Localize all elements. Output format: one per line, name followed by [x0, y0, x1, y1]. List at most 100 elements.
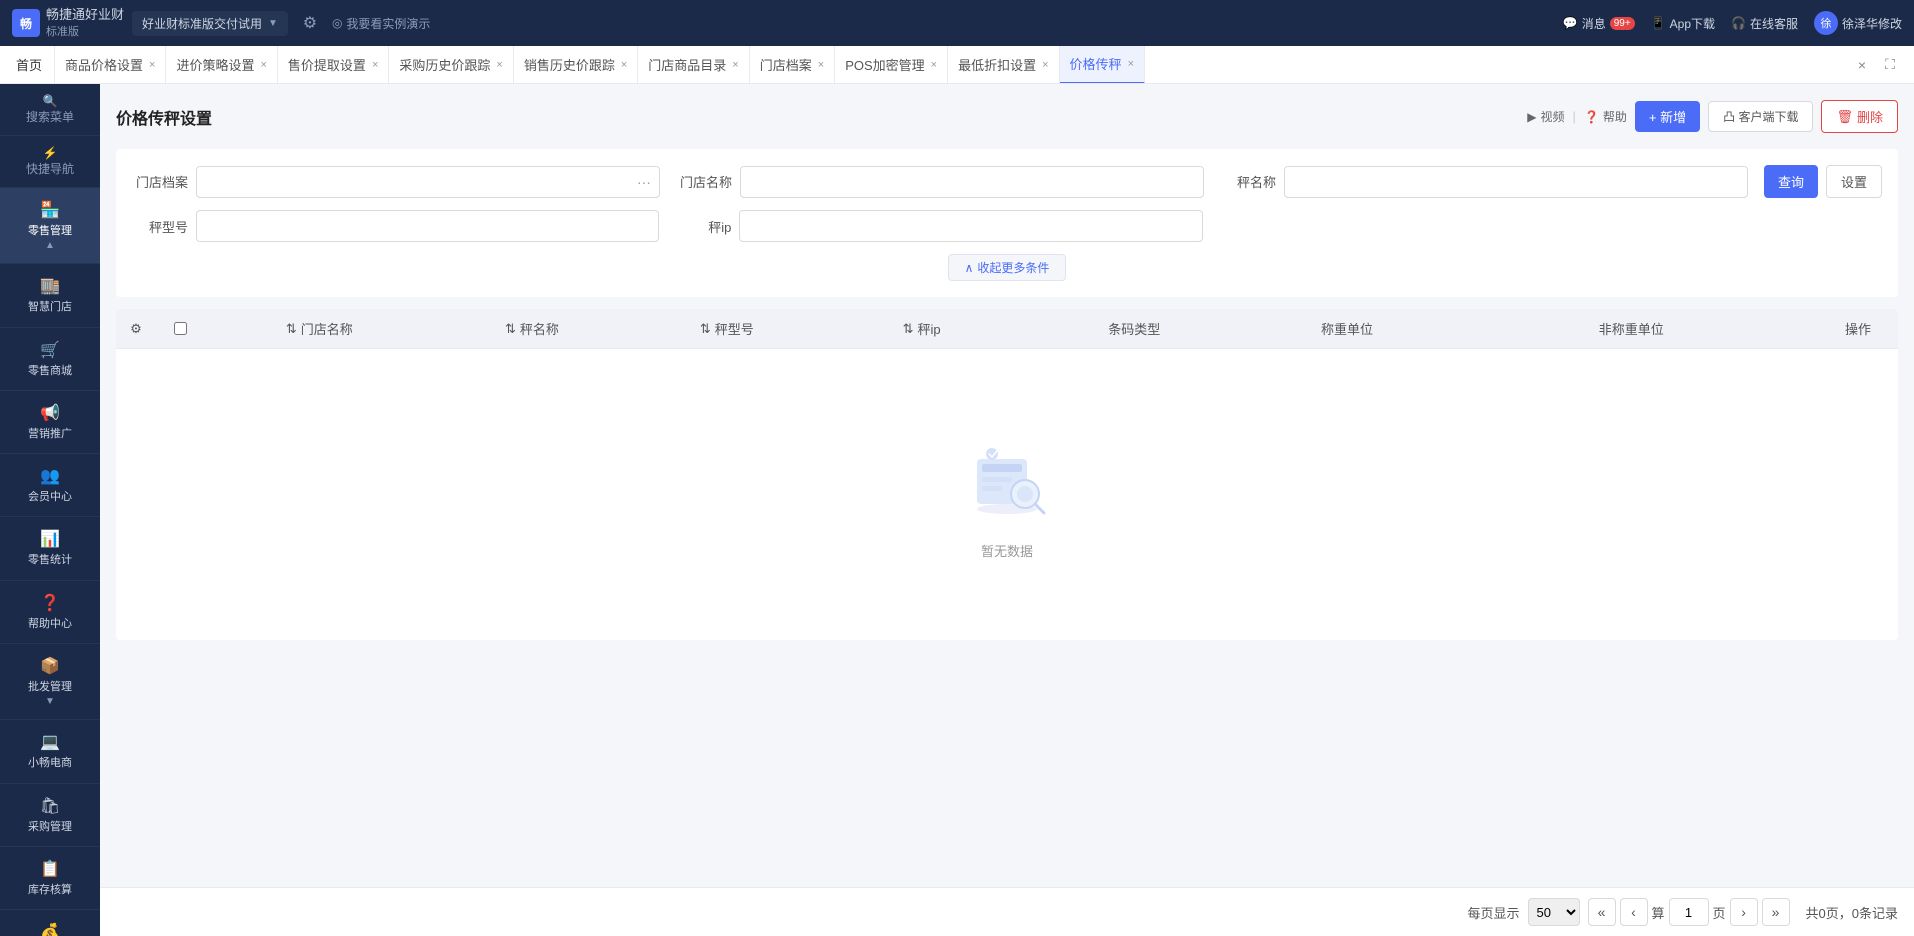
per-page-select[interactable]: 10 20 50 100: [1528, 898, 1580, 926]
th-scale-ip-label: 秤ip: [918, 319, 941, 338]
tab-min-discount-close[interactable]: ×: [1042, 59, 1048, 71]
sidebar-item-retail-mall[interactable]: 🛒 零售商城: [0, 328, 100, 391]
demo-link[interactable]: ◎ 我要看实例演示: [332, 15, 431, 32]
tab-sale-extract[interactable]: 售价提取设置 ×: [278, 46, 389, 84]
th-settings[interactable]: ⚙: [116, 321, 156, 337]
tab-home[interactable]: 首页: [4, 46, 55, 84]
last-page-button[interactable]: »: [1762, 898, 1790, 926]
th-non-weight-label: 非称重单位: [1599, 319, 1664, 338]
current-page-input[interactable]: 1: [1669, 898, 1709, 926]
tab-store-catalog-close[interactable]: ×: [732, 59, 738, 71]
store-archive-field: 门店档案 ···: [132, 166, 660, 198]
tab-store-catalog[interactable]: 门店商品目录 ×: [638, 46, 749, 84]
next-page-button[interactable]: ›: [1730, 898, 1758, 926]
tab-sales-history-close[interactable]: ×: [621, 59, 627, 71]
tab-store-archive-close[interactable]: ×: [818, 59, 824, 71]
sidebar-purchase-label: 采购管理: [28, 820, 72, 834]
video-link[interactable]: ▶ 视频: [1527, 108, 1564, 125]
tab-pos-encryption-close[interactable]: ×: [931, 59, 937, 71]
wholesale-icon: 📦: [40, 656, 60, 676]
th-barcode-type-label: 条码类型: [1108, 319, 1160, 338]
sidebar-inventory-label: 库存核算: [28, 883, 72, 897]
scale-ip-input[interactable]: [739, 210, 1202, 242]
query-button[interactable]: 查询: [1764, 165, 1818, 198]
sort-scale-ip-icon[interactable]: ⇅: [903, 321, 914, 337]
logo-text-area: 畅捷通好业财 标准版: [46, 7, 124, 39]
store-archive-label: 门店档案: [132, 172, 188, 191]
sidebar-item-marketing[interactable]: 📢 营销推广: [0, 391, 100, 454]
prev-page-button[interactable]: ‹: [1620, 898, 1648, 926]
app-download-action[interactable]: 📱 App下载: [1651, 15, 1715, 32]
sort-store-icon[interactable]: ⇅: [286, 321, 297, 337]
tab-expand-button[interactable]: ⛶: [1878, 53, 1902, 77]
sidebar: 🔍 搜索菜单 ⚡ 快捷导航 🏪 零售管理 ▲ 🏬 智慧门店 🛒 零售商城 📢 营…: [0, 84, 100, 936]
sidebar-item-finance[interactable]: 💰 资金管理: [0, 910, 100, 936]
headset-icon: 🎧: [1731, 16, 1746, 30]
tab-purchase-strategy-label: 进价策略设置: [176, 55, 254, 74]
sidebar-item-smart-store[interactable]: 🏬 智慧门店: [0, 264, 100, 327]
help-circle-icon: ❓: [1584, 110, 1599, 124]
pagination-bar: 每页显示 10 20 50 100 « ‹ 算 1 页: [100, 887, 1914, 936]
delete-button[interactable]: 🗑 删除: [1821, 100, 1898, 133]
first-page-button[interactable]: «: [1588, 898, 1616, 926]
online-service-label: 在线客服: [1750, 15, 1798, 32]
select-all-checkbox[interactable]: [174, 322, 187, 335]
tab-sales-history[interactable]: 销售历史价跟踪 ×: [514, 46, 638, 84]
help-link[interactable]: ❓ 帮助: [1584, 108, 1627, 125]
sidebar-search[interactable]: 🔍 搜索菜单: [0, 84, 100, 136]
sidebar-item-retail-stats[interactable]: 📊 零售统计: [0, 517, 100, 580]
tab-purchase-history-close[interactable]: ×: [496, 59, 502, 71]
tab-product-price[interactable]: 商品价格设置 ×: [55, 46, 166, 84]
sidebar-item-inventory[interactable]: 📋 库存核算: [0, 847, 100, 910]
tab-price-scale-close[interactable]: ×: [1128, 58, 1134, 70]
sidebar-marketing-label: 营销推广: [28, 427, 72, 441]
sidebar-item-help[interactable]: ❓ 帮助中心: [0, 581, 100, 644]
sidebar-quick-nav[interactable]: ⚡ 快捷导航: [0, 136, 100, 188]
add-button[interactable]: + 新增: [1635, 101, 1700, 132]
tab-bar-end: × ⛶: [1842, 53, 1910, 77]
collapse-button[interactable]: ∧ 收起更多条件: [948, 254, 1067, 281]
scale-ip-label: 秤ip: [675, 217, 731, 236]
tab-sale-extract-close[interactable]: ×: [372, 59, 378, 71]
tab-store-archive[interactable]: 门店档案 ×: [750, 46, 835, 84]
tab-purchase-strategy-close[interactable]: ×: [260, 59, 266, 71]
store-archive-input[interactable]: ···: [196, 166, 660, 198]
tab-product-price-close[interactable]: ×: [149, 59, 155, 71]
store-name-input[interactable]: [740, 166, 1204, 198]
sidebar-item-member[interactable]: 👥 会员中心: [0, 454, 100, 517]
sidebar-ecommerce-label: 小畅电商: [28, 756, 72, 770]
tab-pos-encryption[interactable]: POS加密管理 ×: [835, 46, 948, 84]
version-selector[interactable]: 好业财标准版交付试用 ▼: [132, 11, 288, 36]
sidebar-item-ecommerce[interactable]: 💻 小畅电商: [0, 720, 100, 783]
settings-button[interactable]: 设置: [1826, 165, 1882, 198]
online-service-action[interactable]: 🎧 在线客服: [1731, 15, 1798, 32]
tab-min-discount[interactable]: 最低折扣设置 ×: [948, 46, 1059, 84]
user-info[interactable]: 徐 徐泽华修改: [1814, 11, 1902, 35]
th-store-name-label: 门店名称: [301, 319, 353, 338]
main-layout: 🔍 搜索菜单 ⚡ 快捷导航 🏪 零售管理 ▲ 🏬 智慧门店 🛒 零售商城 📢 营…: [0, 84, 1914, 936]
sort-scale-name-icon[interactable]: ⇅: [505, 321, 516, 337]
smart-store-icon: 🏬: [40, 276, 60, 296]
scale-name-input[interactable]: [1284, 166, 1748, 198]
store-archive-dots-icon: ···: [637, 174, 651, 190]
sidebar-item-purchase[interactable]: 🛍 采购管理: [0, 784, 100, 847]
sidebar-item-retail-management[interactable]: 🏪 零售管理 ▲: [0, 188, 100, 264]
tab-purchase-history[interactable]: 采购历史价跟踪 ×: [389, 46, 513, 84]
tab-close-all-button[interactable]: ×: [1850, 53, 1874, 77]
tab-price-scale[interactable]: 价格传秤 ×: [1060, 46, 1145, 84]
download-button[interactable]: 凸 客户端下载: [1708, 101, 1813, 132]
collapse-up-icon: ∧: [965, 261, 974, 275]
th-check[interactable]: [156, 322, 204, 335]
sort-scale-model-icon[interactable]: ⇅: [700, 321, 711, 337]
tab-store-catalog-label: 门店商品目录: [648, 55, 726, 74]
empty-text: 暂无数据: [981, 541, 1033, 560]
logo-sub: 标准版: [46, 23, 124, 39]
header-settings-button[interactable]: ⚙: [296, 9, 324, 37]
marketing-icon: 📢: [40, 403, 60, 423]
tab-purchase-strategy[interactable]: 进价策略设置 ×: [166, 46, 277, 84]
scale-model-input[interactable]: [196, 210, 659, 242]
sidebar-item-wholesale[interactable]: 📦 批发管理 ▼: [0, 644, 100, 720]
sidebar-retail-label: 零售管理: [28, 224, 72, 238]
page-header: 价格传秤设置 ▶ 视频 | ❓ 帮助 + 新增 凸 客户端下载 🗑: [116, 100, 1898, 133]
message-action[interactable]: 💬 消息 99+: [1563, 15, 1635, 32]
